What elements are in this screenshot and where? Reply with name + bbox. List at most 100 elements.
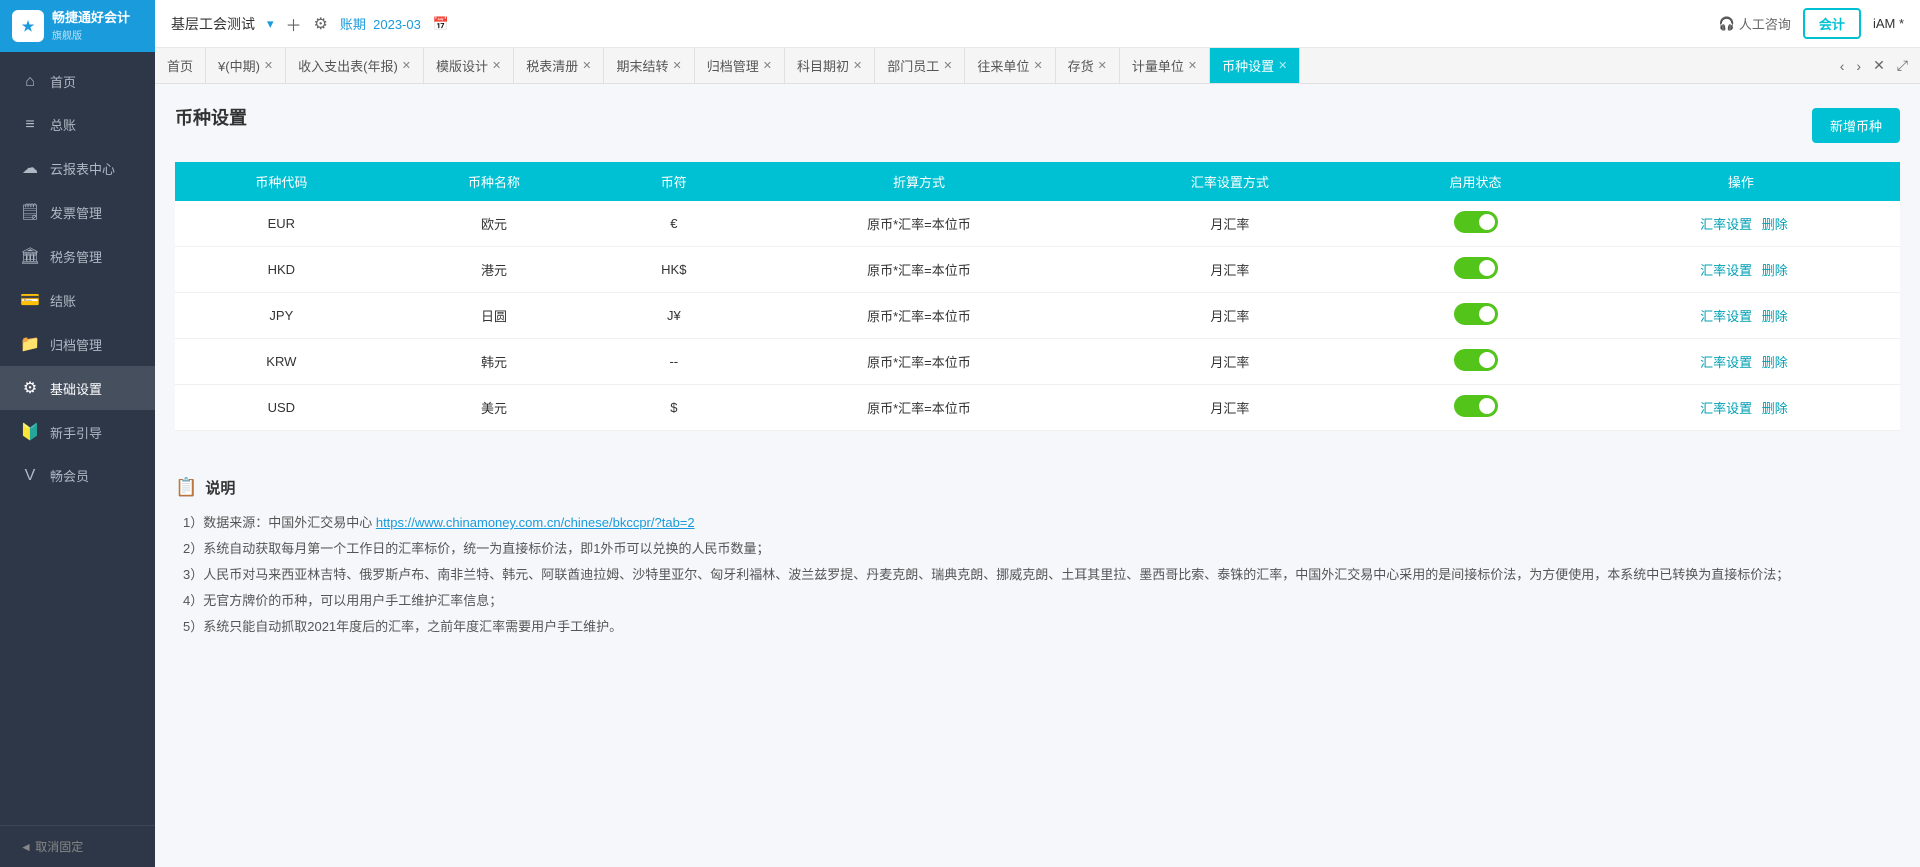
calendar-icon[interactable]: 📅 <box>433 16 449 32</box>
cell-actions: 汇率设置 删除 <box>1582 247 1900 293</box>
user-label: iAM * <box>1873 16 1904 31</box>
col-status: 启用状态 <box>1369 162 1582 201</box>
sidebar-item-label: 畅会员 <box>50 466 89 485</box>
cell-status <box>1369 247 1582 293</box>
sidebar-item-settlement[interactable]: 💳 结账 <box>0 278 155 322</box>
tab-home[interactable]: 首页 <box>155 48 206 84</box>
rate-setting-link[interactable]: 汇率设置 <box>1700 263 1752 278</box>
cell-rate: 月汇率 <box>1091 385 1370 431</box>
col-calc: 折算方式 <box>747 162 1090 201</box>
tab-periods[interactable]: ¥(中期) ✕ <box>206 48 286 84</box>
enabled-toggle[interactable] <box>1454 395 1498 417</box>
sidebar-item-reports[interactable]: ☁ 云报表中心 <box>0 146 155 190</box>
sidebar-item-settings[interactable]: ⚙ 基础设置 <box>0 366 155 410</box>
tab-expand-button[interactable]: ⤢ <box>1893 55 1912 76</box>
notes-section: 📋 说明 1）数据来源：中国外汇交易中心 https://www.chinamo… <box>175 461 1900 656</box>
settings-gear-icon[interactable]: ⚙ <box>314 14 328 34</box>
tab-dept[interactable]: 部门员工 ✕ <box>875 48 965 84</box>
tab-template[interactable]: 模版设计 ✕ <box>424 48 514 84</box>
rate-setting-link[interactable]: 汇率设置 <box>1700 401 1752 416</box>
cell-actions: 汇率设置 删除 <box>1582 385 1900 431</box>
collapse-label: ◄ 取消固定 <box>20 838 83 855</box>
tab-close-icon[interactable]: ✕ <box>1033 59 1042 72</box>
tab-close-icon[interactable]: ✕ <box>1278 59 1287 72</box>
tab-income[interactable]: 收入支出表(年报) ✕ <box>286 48 424 84</box>
enabled-toggle[interactable] <box>1454 349 1498 371</box>
col-actions: 操作 <box>1582 162 1900 201</box>
tab-close-icon[interactable]: ✕ <box>943 59 952 72</box>
delete-link[interactable]: 删除 <box>1762 217 1788 232</box>
tab-label: 首页 <box>167 56 193 75</box>
page-header: 币种设置 新增币种 <box>175 104 1900 146</box>
tab-close-icon[interactable]: ✕ <box>1188 59 1197 72</box>
tab-inventory[interactable]: 存货 ✕ <box>1056 48 1120 84</box>
rate-setting-link[interactable]: 汇率设置 <box>1700 217 1752 232</box>
settlement-icon: 💳 <box>20 290 40 310</box>
tab-currency[interactable]: 币种设置 ✕ <box>1210 48 1300 84</box>
vip-icon: V <box>20 467 40 485</box>
tab-clients[interactable]: 往来单位 ✕ <box>965 48 1055 84</box>
cell-name: 欧元 <box>388 201 601 247</box>
delete-link[interactable]: 删除 <box>1762 263 1788 278</box>
tab-label: ¥(中期) <box>218 56 260 75</box>
cell-code: KRW <box>175 339 388 385</box>
tab-close-icon[interactable]: ✕ <box>264 59 273 72</box>
main-area: 基层工会测试 ▾ ＋ ⚙ 账期 2023-03 📅 🎧 人工咨询 会计 iAM … <box>155 0 1920 867</box>
sidebar-item-archive[interactable]: 📁 归档管理 <box>0 322 155 366</box>
tab-close-icon[interactable]: ✕ <box>853 59 862 72</box>
sidebar-item-home[interactable]: ⌂ 首页 <box>0 60 155 103</box>
period-label: 账期 2023-03 <box>340 14 421 33</box>
cell-symbol: J¥ <box>600 293 747 339</box>
cell-actions: 汇率设置 删除 <box>1582 339 1900 385</box>
add-tab-button[interactable]: ＋ <box>286 12 302 36</box>
cell-code: HKD <box>175 247 388 293</box>
delete-link[interactable]: 删除 <box>1762 309 1788 324</box>
help-button[interactable]: 🎧 人工咨询 <box>1719 14 1791 33</box>
enabled-toggle[interactable] <box>1454 303 1498 325</box>
tab-subjects[interactable]: 科目期初 ✕ <box>785 48 875 84</box>
sidebar-collapse-button[interactable]: ◄ 取消固定 <box>0 825 155 867</box>
delete-link[interactable]: 删除 <box>1762 401 1788 416</box>
archive-icon: 📁 <box>20 334 40 354</box>
tab-close-icon[interactable]: ✕ <box>673 59 682 72</box>
notes-item-4: 4）无官方牌价的币种，可以用用户手工维护汇率信息； <box>183 588 1900 614</box>
accountant-button[interactable]: 会计 <box>1803 8 1861 39</box>
tab-archive[interactable]: 归档管理 ✕ <box>695 48 785 84</box>
tab-units[interactable]: 计量单位 ✕ <box>1120 48 1210 84</box>
sidebar-item-vip[interactable]: V 畅会员 <box>0 454 155 497</box>
table-row: JPY 日圆 J¥ 原币*汇率=本位币 月汇率 汇率设置 删除 <box>175 293 1900 339</box>
tab-close-icon[interactable]: ✕ <box>1098 59 1107 72</box>
logo-icon: ★ <box>12 10 44 42</box>
tab-scroll-left-button[interactable]: ‹ <box>1836 56 1849 76</box>
guide-icon: 🔰 <box>20 422 40 442</box>
tab-scroll-right-button[interactable]: › <box>1852 56 1865 76</box>
rate-setting-link[interactable]: 汇率设置 <box>1700 309 1752 324</box>
cell-calc: 原币*汇率=本位币 <box>747 247 1090 293</box>
company-dropdown-icon[interactable]: ▾ <box>267 16 274 32</box>
rate-setting-link[interactable]: 汇率设置 <box>1700 355 1752 370</box>
enabled-toggle[interactable] <box>1454 211 1498 233</box>
sidebar-item-ledger[interactable]: ≡ 总账 <box>0 103 155 146</box>
tab-tax[interactable]: 税表清册 ✕ <box>514 48 604 84</box>
sidebar-item-invoice[interactable]: 🗒 发票管理 <box>0 190 155 234</box>
tab-label: 计量单位 <box>1132 56 1184 75</box>
chinamoney-link[interactable]: https://www.chinamoney.com.cn/chinese/bk… <box>376 515 695 530</box>
delete-link[interactable]: 删除 <box>1762 355 1788 370</box>
cell-code: EUR <box>175 201 388 247</box>
new-currency-button[interactable]: 新增币种 <box>1812 108 1900 143</box>
cell-calc: 原币*汇率=本位币 <box>747 339 1090 385</box>
tab-close-all-button[interactable]: ✕ <box>1869 55 1889 76</box>
tab-close-icon[interactable]: ✕ <box>402 59 411 72</box>
tabbar: 首页 ¥(中期) ✕ 收入支出表(年报) ✕ 模版设计 ✕ 税表清册 ✕ 期末结… <box>155 48 1920 84</box>
col-symbol: 币符 <box>600 162 747 201</box>
sidebar-item-tax[interactable]: 🏛 税务管理 <box>0 234 155 278</box>
tab-period-end[interactable]: 期末结转 ✕ <box>604 48 694 84</box>
sidebar-item-label: 结账 <box>50 291 76 310</box>
cell-symbol: HK$ <box>600 247 747 293</box>
enabled-toggle[interactable] <box>1454 257 1498 279</box>
tab-label: 收入支出表(年报) <box>298 56 398 75</box>
tab-close-icon[interactable]: ✕ <box>582 59 591 72</box>
tab-close-icon[interactable]: ✕ <box>492 59 501 72</box>
tab-close-icon[interactable]: ✕ <box>763 59 772 72</box>
sidebar-item-guide[interactable]: 🔰 新手引导 <box>0 410 155 454</box>
